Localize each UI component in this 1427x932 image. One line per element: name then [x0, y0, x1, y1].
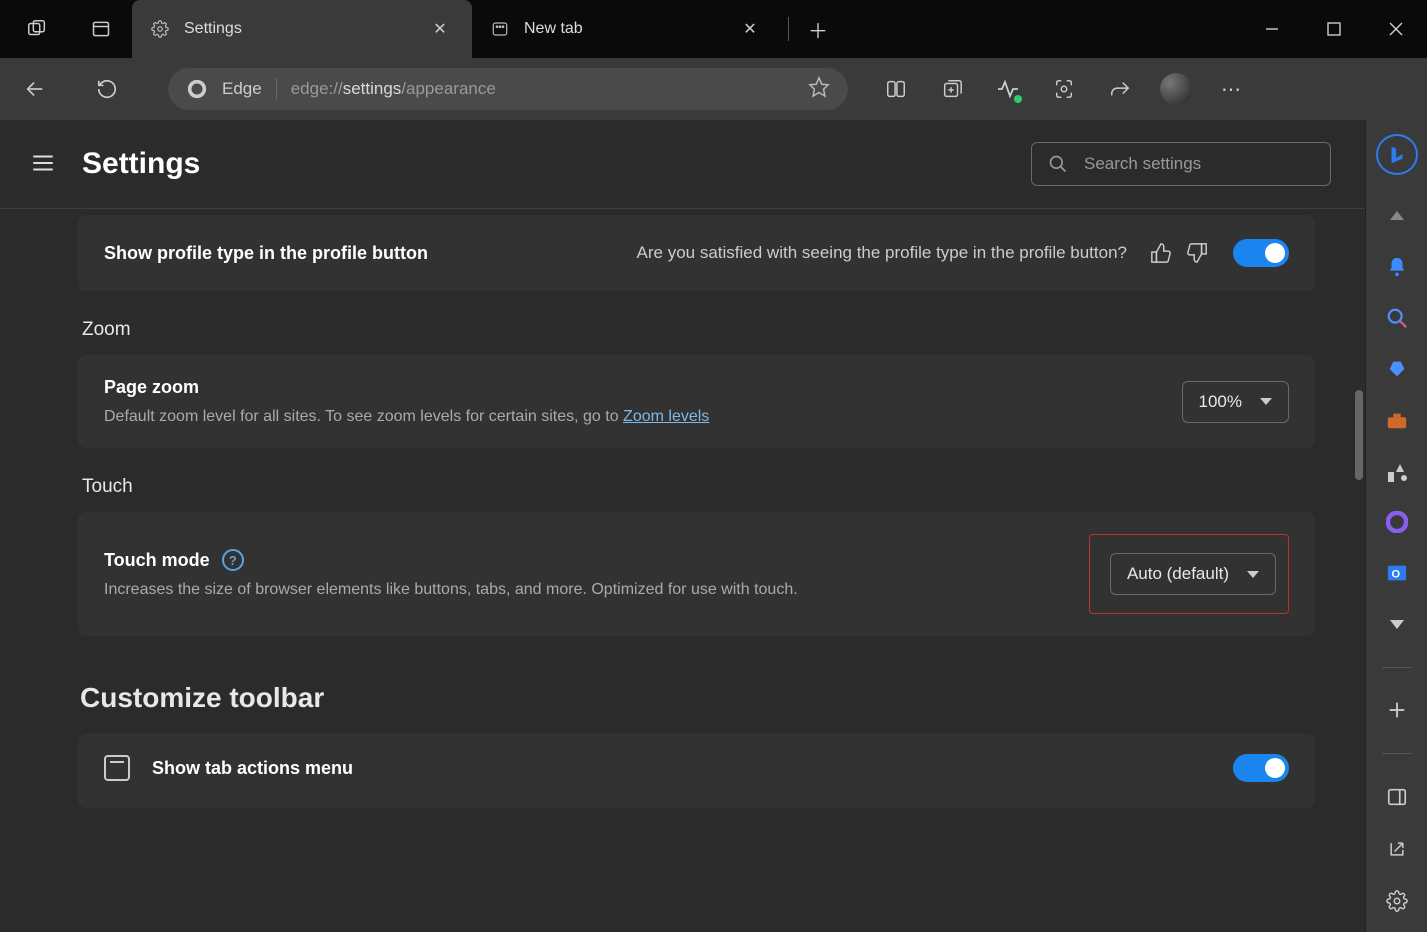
feedback-text: Are you satisfied with seeing the profil… — [524, 243, 1127, 263]
window-controls — [1241, 0, 1427, 58]
share-icon[interactable] — [1100, 69, 1140, 109]
hide-sidebar-icon[interactable] — [1380, 780, 1414, 814]
section-touch: Touch — [82, 476, 1315, 498]
row-title: Page zoom — [104, 377, 1182, 398]
split-screen-icon[interactable] — [876, 69, 916, 109]
svg-text:O: O — [1391, 569, 1400, 581]
new-tab-button[interactable]: ＋ — [795, 0, 841, 58]
zoom-levels-link[interactable]: Zoom levels — [623, 408, 709, 425]
divider — [788, 17, 789, 41]
close-window-button[interactable] — [1365, 0, 1427, 58]
row-desc: Default zoom level for all sites. To see… — [104, 408, 1182, 426]
edge-sidebar: O — [1365, 120, 1427, 932]
title-text: Touch mode — [104, 550, 210, 571]
dropdown-value: Auto (default) — [1127, 564, 1229, 584]
url-prefix: edge:// — [291, 79, 343, 98]
main-row: Settings Show profile type in the profil… — [0, 120, 1427, 932]
page-zoom-row: Page zoom Default zoom level for all sit… — [78, 355, 1315, 448]
row-title: Show profile type in the profile button — [104, 243, 524, 264]
url-path: /appearance — [401, 79, 496, 98]
tab-title: New tab — [524, 20, 722, 38]
brand-text: Edge — [222, 79, 262, 99]
screenshot-icon[interactable] — [1044, 69, 1084, 109]
settings-gear-icon[interactable] — [1380, 884, 1414, 918]
performance-icon[interactable] — [988, 69, 1028, 109]
address-bar[interactable]: Edge edge://settings/appearance — [168, 68, 848, 110]
gear-icon — [150, 19, 170, 39]
games-icon[interactable] — [1380, 454, 1414, 487]
back-button[interactable] — [14, 68, 56, 110]
edge-logo-icon — [186, 78, 208, 100]
title-text: Show tab actions menu — [152, 758, 353, 779]
divider — [1382, 753, 1412, 754]
favorite-icon[interactable] — [808, 76, 834, 102]
section-zoom: Zoom — [82, 319, 1315, 341]
search-input[interactable] — [1084, 154, 1314, 174]
settings-page: Settings Show profile type in the profil… — [0, 120, 1365, 932]
url-host: settings — [343, 79, 402, 98]
dropdown-value: 100% — [1199, 392, 1242, 412]
workspaces-icon[interactable] — [20, 12, 54, 46]
tab-settings[interactable]: Settings ✕ — [132, 0, 472, 58]
close-icon[interactable]: ✕ — [736, 15, 764, 43]
tab-overview-icon[interactable] — [84, 12, 118, 46]
divider — [276, 78, 277, 100]
maximize-button[interactable] — [1303, 0, 1365, 58]
url-text: edge://settings/appearance — [291, 79, 496, 99]
settings-header: Settings — [0, 120, 1365, 209]
thumbs-down-icon[interactable] — [1179, 235, 1215, 271]
more-menu-icon[interactable]: ⋯ — [1212, 69, 1252, 109]
row-title: Show tab actions menu — [104, 755, 353, 781]
page-zoom-dropdown[interactable]: 100% — [1182, 381, 1289, 423]
settings-content: Show profile type in the profile button … — [0, 209, 1365, 866]
expand-icon[interactable] — [1380, 608, 1414, 641]
close-icon[interactable]: ✕ — [426, 15, 454, 43]
tab-strip: Settings ✕ New tab ✕ ＋ — [132, 0, 841, 58]
minimize-button[interactable] — [1241, 0, 1303, 58]
menu-icon[interactable] — [30, 150, 58, 178]
touch-mode-dropdown[interactable]: Auto (default) — [1110, 553, 1276, 595]
row-desc: Increases the size of browser elements l… — [104, 581, 1089, 599]
touch-mode-row: Touch mode ? Increases the size of brows… — [78, 512, 1315, 636]
scrollbar-thumb[interactable] — [1355, 390, 1363, 480]
tab-actions-icon — [104, 755, 130, 781]
titlebar: Settings ✕ New tab ✕ ＋ — [0, 0, 1427, 58]
collections-icon[interactable] — [932, 69, 972, 109]
notifications-icon[interactable] — [1380, 250, 1414, 283]
row-title: Touch mode ? — [104, 549, 1089, 571]
tab-title: Settings — [184, 20, 412, 38]
touch-mode-highlight: Auto (default) — [1089, 534, 1289, 614]
collapse-icon[interactable] — [1380, 199, 1414, 232]
tab-actions-toggle[interactable] — [1233, 754, 1289, 782]
divider — [1382, 667, 1412, 668]
open-link-icon[interactable] — [1380, 832, 1414, 866]
toolbar: Edge edge://settings/appearance ⋯ — [0, 58, 1427, 120]
toolbar-icons: ⋯ — [876, 69, 1252, 109]
profile-type-row: Show profile type in the profile button … — [78, 215, 1315, 291]
help-icon[interactable]: ? — [222, 549, 244, 571]
thumbs-up-icon[interactable] — [1143, 235, 1179, 271]
profile-avatar[interactable] — [1156, 69, 1196, 109]
tab-newtab[interactable]: New tab ✕ — [472, 0, 782, 58]
search-sidebar-icon[interactable] — [1380, 301, 1414, 334]
refresh-button[interactable] — [86, 68, 128, 110]
chevron-down-icon — [1260, 398, 1272, 405]
outlook-icon[interactable]: O — [1380, 557, 1414, 590]
bing-chat-icon[interactable] — [1376, 134, 1418, 175]
section-customize-toolbar: Customize toolbar — [80, 682, 1315, 714]
tools-icon[interactable] — [1380, 403, 1414, 436]
show-tab-actions-row: Show tab actions menu — [78, 734, 1315, 808]
page-title: Settings — [82, 147, 200, 181]
chevron-down-icon — [1247, 571, 1259, 578]
desc-text: Default zoom level for all sites. To see… — [104, 408, 623, 425]
search-settings[interactable] — [1031, 142, 1331, 186]
search-icon — [1048, 154, 1068, 174]
profile-type-toggle[interactable] — [1233, 239, 1289, 267]
newtab-icon — [490, 19, 510, 39]
add-sidebar-icon[interactable] — [1380, 694, 1414, 727]
shopping-icon[interactable] — [1380, 352, 1414, 385]
m365-icon[interactable] — [1380, 506, 1414, 539]
